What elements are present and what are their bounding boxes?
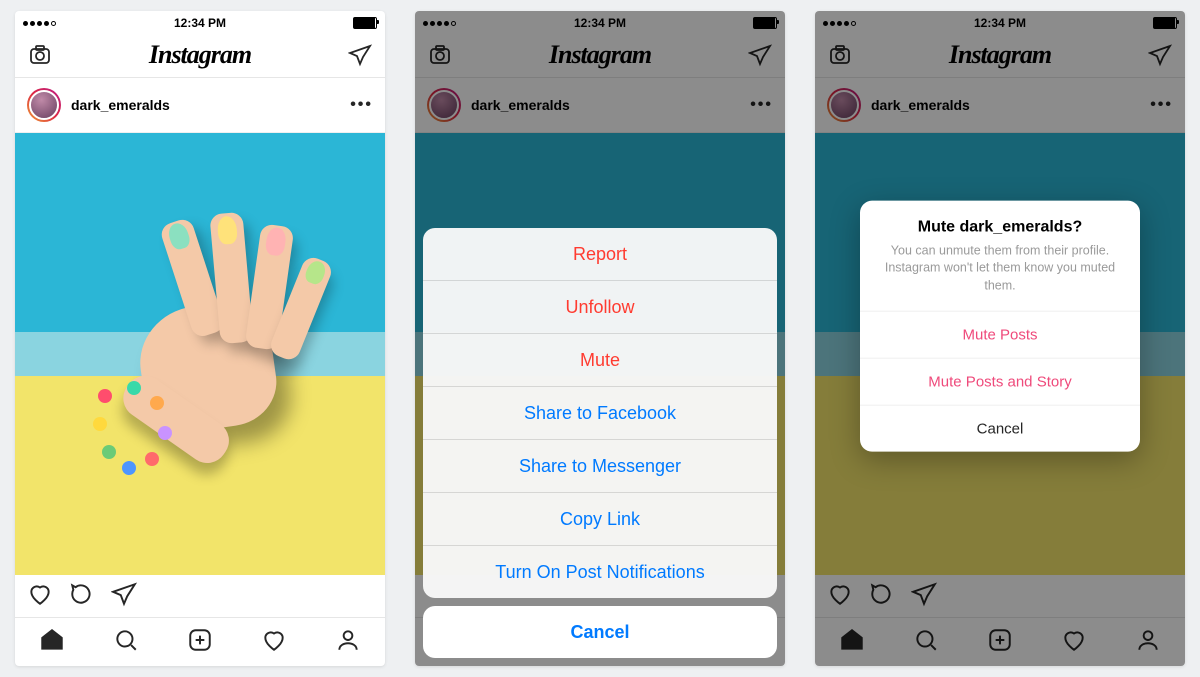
like-icon[interactable]	[27, 581, 53, 612]
phone-action-sheet: 12:34 PM Instagram dark_emeralds ••• Rep…	[415, 11, 785, 666]
status-bar: 12:34 PM	[15, 11, 385, 33]
sheet-item-share-messenger[interactable]: Share to Messenger	[423, 440, 777, 493]
avatar[interactable]	[27, 88, 61, 122]
sheet-item-report[interactable]: Report	[423, 228, 777, 281]
post-more-icon[interactable]: •••	[350, 96, 373, 114]
post-username[interactable]: dark_emeralds	[71, 97, 340, 113]
sheet-item-unfollow[interactable]: Unfollow	[423, 281, 777, 334]
tab-search-icon[interactable]	[113, 627, 139, 658]
sheet-item-mute[interactable]: Mute	[423, 334, 777, 387]
battery-icon	[353, 17, 377, 29]
camera-icon[interactable]	[27, 42, 53, 68]
tab-profile-icon[interactable]	[335, 627, 361, 658]
mute-alert: Mute dark_emeralds? You can unmute them …	[860, 200, 1140, 451]
instagram-logo: Instagram	[149, 40, 251, 70]
post-header: dark_emeralds •••	[15, 78, 385, 133]
action-sheet-group: Report Unfollow Mute Share to Facebook S…	[423, 228, 777, 598]
share-icon[interactable]	[111, 581, 137, 612]
phone-feed: 12:34 PM Instagram dark_emeralds •••	[15, 11, 385, 666]
alert-message: You can unmute them from their profile. …	[860, 242, 1140, 310]
sheet-item-share-facebook[interactable]: Share to Facebook	[423, 387, 777, 440]
alert-title: Mute dark_emeralds?	[860, 200, 1140, 242]
comment-icon[interactable]	[69, 581, 95, 612]
status-time: 12:34 PM	[15, 16, 385, 30]
sheet-item-copy-link[interactable]: Copy Link	[423, 493, 777, 546]
phone-mute-alert: 12:34 PM Instagram dark_emeralds ••• Mut…	[815, 11, 1185, 666]
alert-option-mute-posts-story[interactable]: Mute Posts and Story	[860, 358, 1140, 405]
post-action-row	[15, 575, 385, 617]
alert-option-mute-posts[interactable]: Mute Posts	[860, 311, 1140, 358]
sheet-cancel-button[interactable]: Cancel	[423, 606, 777, 658]
sheet-item-post-notifications[interactable]: Turn On Post Notifications	[423, 546, 777, 598]
post-image[interactable]	[15, 133, 385, 575]
alert-option-cancel[interactable]: Cancel	[860, 405, 1140, 452]
direct-message-icon[interactable]	[347, 42, 373, 68]
tab-activity-icon[interactable]	[261, 627, 287, 658]
nav-header: Instagram	[15, 33, 385, 78]
tab-bar	[15, 617, 385, 666]
tab-home-icon[interactable]	[39, 627, 65, 658]
tab-add-icon[interactable]	[187, 627, 213, 658]
action-sheet: Report Unfollow Mute Share to Facebook S…	[423, 228, 777, 658]
